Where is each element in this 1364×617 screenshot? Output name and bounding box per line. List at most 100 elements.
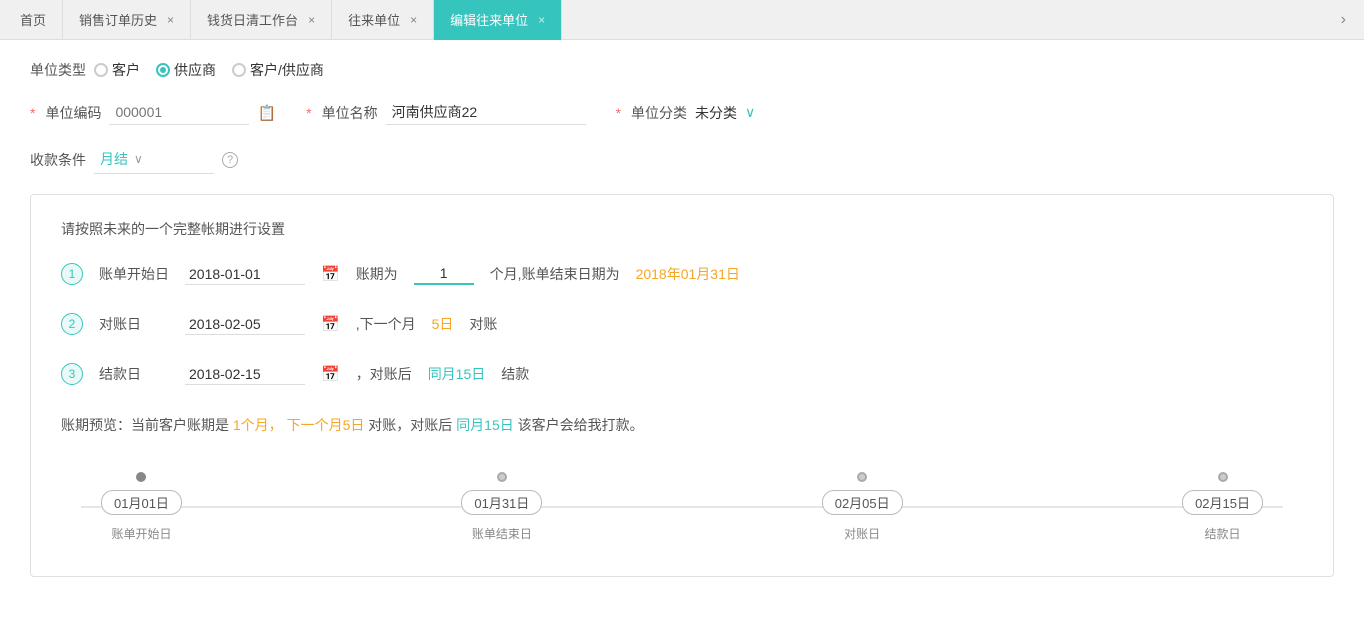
preview-label: 账期预览：当前客户账期是 bbox=[61, 417, 229, 433]
tab-more-button[interactable]: › bbox=[1331, 11, 1356, 29]
tab-partner-close[interactable]: × bbox=[410, 13, 417, 27]
tab-sales-order-history[interactable]: 销售订单历史 × bbox=[63, 0, 191, 40]
step-2-num: 2 bbox=[61, 313, 83, 335]
radio-customer-circle bbox=[94, 63, 108, 77]
preview-middle: 对账，对账后 bbox=[368, 417, 452, 433]
unit-type-group: 单位类型 客户 供应商 客户/供应商 bbox=[30, 60, 324, 80]
payment-terms-label: 收款条件 bbox=[30, 150, 86, 170]
preview-end: 该客户会给我打款。 bbox=[518, 417, 644, 433]
step-2-cal-icon[interactable]: 📅 bbox=[321, 315, 340, 333]
unit-code-group: * 单位编码 📋 bbox=[30, 100, 276, 125]
step-3-highlight: 同月15日 bbox=[428, 364, 486, 384]
timeline-badge-3: 02月05日 bbox=[822, 490, 903, 515]
step-3-label: 结款日 bbox=[99, 364, 169, 384]
step-1-label: 账单开始日 bbox=[99, 264, 169, 284]
tab-edit-close[interactable]: × bbox=[538, 13, 545, 27]
timeline-points: 01月01日 账单开始日 01月31日 账单结束日 02月05日 对账日 bbox=[101, 472, 1263, 542]
timeline-label-2: 账单结束日 bbox=[472, 525, 532, 542]
radio-both-circle bbox=[232, 63, 246, 77]
unit-code-icon[interactable]: 📋 bbox=[257, 104, 276, 122]
tab-cash-label: 钱货日清工作台 bbox=[207, 10, 298, 29]
payment-terms-value: 月结 bbox=[100, 149, 128, 169]
unit-category-group: * 单位分类 未分类 ∨ bbox=[616, 103, 756, 123]
unit-category-required: * bbox=[616, 105, 621, 121]
unit-type-radio-group: 客户 供应商 客户/供应商 bbox=[94, 60, 324, 80]
step-3-row: 3 结款日 📅 ，对账后 同月15日 结款 bbox=[61, 363, 1303, 385]
timeline-badge-1: 01月01日 bbox=[101, 490, 182, 515]
unit-name-required: * bbox=[306, 105, 311, 121]
unit-category-value: 未分类 bbox=[695, 103, 737, 123]
step-2-highlight: 5日 bbox=[432, 314, 454, 334]
timeline-label-1: 账单开始日 bbox=[111, 525, 171, 542]
tab-bar: 首页 销售订单历史 × 钱货日清工作台 × 往来单位 × 编辑往来单位 × › bbox=[0, 0, 1364, 40]
payment-terms-group: 收款条件 月结 ∨ ? bbox=[30, 145, 238, 174]
step-3-suffix: 结款 bbox=[501, 364, 529, 384]
tab-partner-label: 往来单位 bbox=[348, 10, 400, 29]
tab-home-label: 首页 bbox=[20, 10, 46, 29]
tab-cash-close[interactable]: × bbox=[308, 13, 315, 27]
preview-highlight2: 下一个月5日 bbox=[287, 417, 365, 433]
tab-partner-units[interactable]: 往来单位 × bbox=[332, 0, 434, 40]
step-1-date-input[interactable] bbox=[185, 264, 305, 285]
timeline-label-4: 结款日 bbox=[1205, 525, 1241, 542]
unit-name-label: 单位名称 bbox=[322, 103, 378, 123]
preview-highlight3: 同月15日 bbox=[456, 417, 514, 433]
unit-type-label: 单位类型 bbox=[30, 60, 86, 80]
timeline-point-4: 02月15日 结款日 bbox=[1182, 472, 1263, 542]
radio-supplier-label: 供应商 bbox=[174, 60, 216, 80]
timeline-dot-3 bbox=[857, 472, 867, 482]
step-1-num: 1 bbox=[61, 263, 83, 285]
main-content: 单位类型 客户 供应商 客户/供应商 * 单位编码 bbox=[0, 40, 1364, 617]
step-1-suffix-before: 账期为 bbox=[356, 264, 398, 284]
step-1-row: 1 账单开始日 📅 账期为 个月,账单结束日期为 2018年01月31日 bbox=[61, 263, 1303, 285]
unit-code-input[interactable] bbox=[109, 100, 249, 125]
payment-terms-select[interactable]: 月结 ∨ bbox=[94, 145, 214, 174]
tab-home[interactable]: 首页 bbox=[8, 0, 63, 40]
unit-code-label: 单位编码 bbox=[45, 103, 101, 123]
payment-terms-row: 收款条件 月结 ∨ ? bbox=[30, 145, 1334, 174]
step-1-end-date: 2018年01月31日 bbox=[636, 264, 740, 284]
unit-name-group: * 单位名称 bbox=[306, 100, 585, 125]
step-1-cal-icon[interactable]: 📅 bbox=[321, 265, 340, 283]
payment-terms-help[interactable]: ? bbox=[222, 152, 238, 168]
timeline-dot-2 bbox=[497, 472, 507, 482]
step-2-row: 2 对账日 📅 ,下一个月 5日 对账 bbox=[61, 313, 1303, 335]
timeline-point-3: 02月05日 对账日 bbox=[822, 472, 903, 542]
tab-sales-close[interactable]: × bbox=[167, 13, 174, 27]
settings-panel: 请按照未来的一个完整帐期进行设置 1 账单开始日 📅 账期为 个月,账单结束日期… bbox=[30, 194, 1334, 577]
radio-supplier[interactable]: 供应商 bbox=[156, 60, 216, 80]
step-2-date-input[interactable] bbox=[185, 314, 305, 335]
preview-text: 账期预览：当前客户账期是 1个月， 下一个月5日 对账，对账后 同月15日 该客… bbox=[61, 413, 1303, 438]
step-2-suffix: 对账 bbox=[469, 314, 497, 334]
timeline-dot-4 bbox=[1218, 472, 1228, 482]
step-1-suffix-middle: 个月,账单结束日期为 bbox=[490, 264, 620, 284]
unit-name-input[interactable] bbox=[386, 100, 586, 125]
tab-sales-label: 销售订单历史 bbox=[79, 10, 157, 29]
step-1-period-input[interactable] bbox=[414, 263, 474, 285]
payment-terms-arrow: ∨ bbox=[134, 152, 143, 166]
radio-customer[interactable]: 客户 bbox=[94, 60, 140, 80]
unit-category-label: 单位分类 bbox=[631, 103, 687, 123]
unit-code-required: * bbox=[30, 105, 35, 121]
radio-both[interactable]: 客户/供应商 bbox=[232, 60, 324, 80]
step-2-label: 对账日 bbox=[99, 314, 169, 334]
tab-edit-label: 编辑往来单位 bbox=[450, 10, 528, 29]
tab-edit-partner[interactable]: 编辑往来单位 × bbox=[434, 0, 562, 40]
step-3-num: 3 bbox=[61, 363, 83, 385]
timeline-point-1: 01月01日 账单开始日 bbox=[101, 472, 182, 542]
preview-highlight1: 1个月， bbox=[233, 417, 283, 433]
timeline-point-2: 01月31日 账单结束日 bbox=[461, 472, 542, 542]
unit-type-row: 单位类型 客户 供应商 客户/供应商 bbox=[30, 60, 1334, 80]
step-3-cal-icon[interactable]: 📅 bbox=[321, 365, 340, 383]
timeline-label-3: 对账日 bbox=[844, 525, 880, 542]
timeline-dot-1 bbox=[136, 472, 146, 482]
timeline-container: 01月01日 账单开始日 01月31日 账单结束日 02月05日 对账日 bbox=[61, 462, 1303, 552]
step-2-prefix: ,下一个月 bbox=[356, 314, 416, 334]
step-3-date-input[interactable] bbox=[185, 364, 305, 385]
radio-customer-label: 客户 bbox=[112, 60, 140, 80]
category-dropdown-icon[interactable]: ∨ bbox=[745, 104, 755, 121]
timeline-badge-4: 02月15日 bbox=[1182, 490, 1263, 515]
tab-cash-ledger[interactable]: 钱货日清工作台 × bbox=[191, 0, 332, 40]
unit-info-row: * 单位编码 📋 * 单位名称 * 单位分类 未分类 ∨ bbox=[30, 100, 1334, 125]
radio-both-label: 客户/供应商 bbox=[250, 60, 324, 80]
